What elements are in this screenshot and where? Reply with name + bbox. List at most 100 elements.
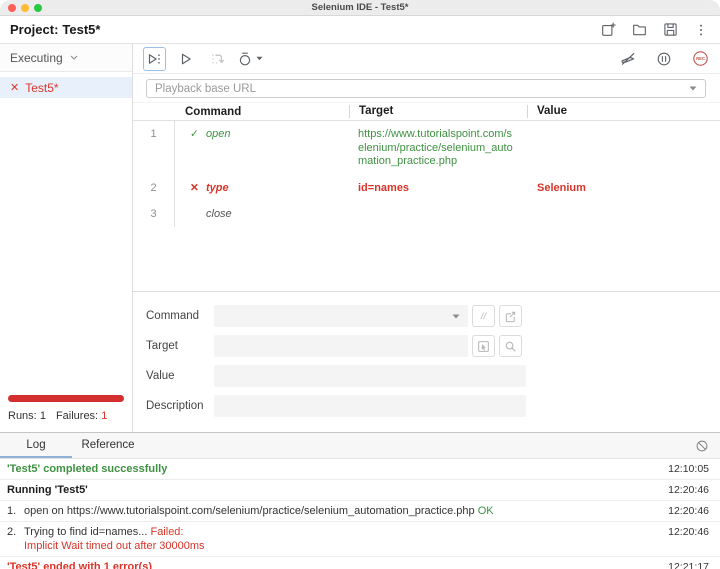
run-all-tests-button[interactable] xyxy=(143,46,166,71)
toggle-comment-button[interactable]: // xyxy=(472,305,495,327)
app-header: Project: Test5* xyxy=(0,16,720,44)
open-project-button[interactable] xyxy=(630,21,648,39)
disable-breakpoints-icon xyxy=(619,51,637,66)
test-speed-control[interactable] xyxy=(237,51,263,67)
playback-url-placeholder: Playback base URL xyxy=(155,82,256,95)
runs-count: Runs: 1 xyxy=(8,410,46,422)
project-label: Project: xyxy=(10,22,59,37)
chevron-down-icon xyxy=(452,314,460,319)
log-entry: 1. open on https://www.tutorialspoint.co… xyxy=(0,501,720,522)
selenium-ide-window: Selenium IDE - Test5* Project: Test5* Ex… xyxy=(0,0,720,569)
log-timestamp: 12:20:46 xyxy=(668,484,709,496)
value-input[interactable] xyxy=(214,365,526,387)
tab-reference[interactable]: Reference xyxy=(72,433,144,458)
select-target-button[interactable] xyxy=(472,335,495,357)
disable-breakpoints-button[interactable] xyxy=(617,47,639,71)
tests-sidebar: Executing ✕ Test5* Runs: 1 Failures: 1 xyxy=(0,44,133,432)
row-number: 1 xyxy=(133,121,175,175)
more-menu-button[interactable] xyxy=(692,21,710,39)
run-progress-bar xyxy=(8,395,124,402)
target-cell: https://www.tutorialspoint.com/selenium/… xyxy=(358,128,513,167)
run-current-test-button[interactable] xyxy=(175,47,197,71)
save-project-button[interactable] xyxy=(661,21,679,39)
step-failed-icon: ✕ xyxy=(190,181,199,194)
step-over-icon xyxy=(209,51,225,67)
sidebar-item-test5[interactable]: ✕ Test5* xyxy=(0,77,132,98)
log-entries: 'Test5' completed successfully 12:10:05 … xyxy=(0,459,720,569)
row-number: 3 xyxy=(133,201,175,227)
target-field-label: Target xyxy=(146,340,178,352)
tab-log[interactable]: Log xyxy=(0,433,72,458)
value-cell xyxy=(527,201,720,227)
chevron-down-icon xyxy=(70,55,78,60)
log-entry: Running 'Test5' 12:20:46 xyxy=(0,480,720,501)
log-error-detail: Implicit Wait timed out after 30000ms xyxy=(24,540,205,552)
log-tabbar: Log Reference xyxy=(0,433,720,459)
step-passed-icon: ✓ xyxy=(190,128,199,140)
log-status-failed: Failed: xyxy=(150,526,184,538)
search-icon xyxy=(504,340,517,353)
command-cell: open xyxy=(206,128,231,140)
run-summary: Runs: 1 Failures: 1 xyxy=(0,389,132,432)
new-project-button[interactable] xyxy=(599,21,617,39)
log-message: open on https://www.tutorialspoint.com/s… xyxy=(24,505,494,517)
command-cell: type xyxy=(206,181,229,194)
description-input[interactable] xyxy=(214,395,526,417)
command-select[interactable] xyxy=(214,305,468,327)
log-message: 'Test5' completed successfully xyxy=(7,463,168,475)
table-row[interactable]: 1 ✓ open https://www.tutorialspoint.com/s… xyxy=(133,121,720,175)
project-title: Project: Test5* xyxy=(10,22,100,37)
command-column-header: Command xyxy=(185,105,242,118)
play-icon xyxy=(178,51,194,67)
row-number: 2 xyxy=(133,174,175,201)
test-name: Test5* xyxy=(25,80,59,95)
save-icon xyxy=(663,22,678,37)
playback-url-row: Playback base URL xyxy=(133,74,720,102)
open-in-new-window-button[interactable] xyxy=(499,305,522,327)
record-button[interactable]: REC xyxy=(689,47,711,71)
new-project-icon xyxy=(601,22,616,37)
titlebar: Selenium IDE - Test5* xyxy=(0,0,720,16)
maximize-window-button[interactable] xyxy=(34,4,42,12)
log-panel: Log Reference 'Test5' completed successf… xyxy=(0,432,720,569)
close-window-button[interactable] xyxy=(8,4,16,12)
description-field-label: Description xyxy=(146,400,204,412)
target-input[interactable] xyxy=(214,335,468,357)
table-row[interactable]: 3 close xyxy=(133,201,720,227)
target-cell xyxy=(349,201,527,227)
step-over-button[interactable] xyxy=(206,47,228,71)
command-cell: close xyxy=(206,208,232,220)
commands-table-header: Command Target Value xyxy=(133,102,720,121)
value-column-header: Value xyxy=(527,105,720,118)
log-entry: 2. Trying to find id=names... Failed: Im… xyxy=(0,522,720,557)
clear-log-button[interactable] xyxy=(695,439,709,453)
minimize-window-button[interactable] xyxy=(21,4,29,12)
playback-base-url-input[interactable]: Playback base URL xyxy=(146,79,706,98)
find-target-button[interactable] xyxy=(499,335,522,357)
log-message: 'Test5' ended with 1 error(s) xyxy=(7,561,153,569)
pause-on-exceptions-button[interactable] xyxy=(653,47,675,71)
chevron-down-icon xyxy=(256,56,263,61)
window-title: Selenium IDE - Test5* xyxy=(311,2,409,13)
open-in-new-icon xyxy=(504,310,517,323)
commands-table: Command Target Value 1 ✓ open https://www… xyxy=(133,102,720,291)
value-cell xyxy=(527,121,720,175)
command-edit-form: Command // Target Value Description xyxy=(133,291,720,432)
clear-log-icon xyxy=(695,439,709,453)
test-failed-icon: ✕ xyxy=(10,82,20,94)
target-cell: id=names xyxy=(358,181,410,194)
open-folder-icon xyxy=(632,22,647,37)
tests-filter-label: Executing xyxy=(10,50,63,65)
playback-toolbar: REC xyxy=(133,44,720,74)
run-all-icon xyxy=(146,51,163,67)
tests-filter-dropdown[interactable]: Executing xyxy=(0,44,132,72)
stopwatch-icon xyxy=(237,51,253,67)
table-row[interactable]: 2 ✕ type id=names Selenium xyxy=(133,174,720,201)
record-icon: REC xyxy=(692,50,709,67)
log-timestamp: 12:20:46 xyxy=(668,526,709,538)
log-step-number: 2. xyxy=(7,526,17,538)
test-editor-panel: REC Playback base URL Command Target Val… xyxy=(133,44,720,432)
value-field-label: Value xyxy=(146,370,175,382)
log-entry: 'Test5' ended with 1 error(s) 12:21:17 xyxy=(0,557,720,569)
target-column-header: Target xyxy=(349,105,527,118)
